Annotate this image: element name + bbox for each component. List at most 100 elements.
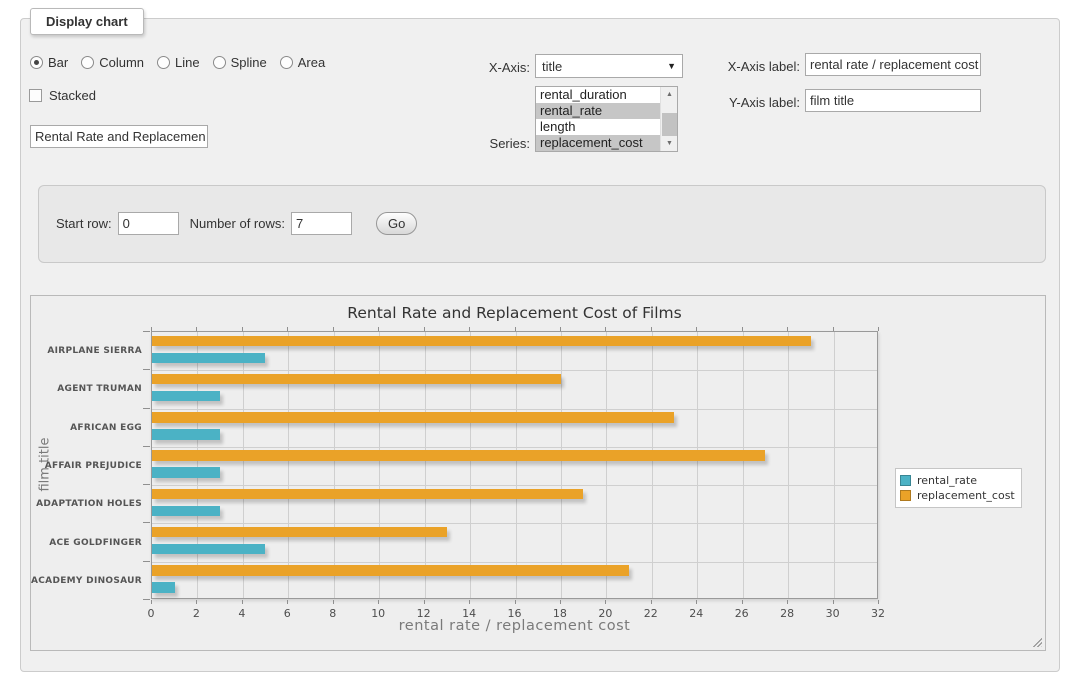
stacked-checkbox[interactable] <box>29 89 42 102</box>
x-tick-mark <box>560 600 561 604</box>
chart-type-radio-line[interactable]: Line <box>157 55 200 70</box>
y-tick-mark <box>143 408 150 409</box>
y-tick-mark <box>143 331 150 332</box>
x-axis-label-input[interactable]: rental rate / replacement cost <box>805 53 981 76</box>
bar-rental_rate <box>152 353 265 364</box>
x-tick-mark-top <box>515 327 516 331</box>
number-of-rows-input[interactable]: 7 <box>291 212 352 235</box>
legend-row: replacement_cost <box>900 489 1015 502</box>
y-tick-mark <box>143 522 150 523</box>
radio-label: Spline <box>231 55 267 70</box>
y-tick-mark <box>143 446 150 447</box>
x-tick-mark <box>196 600 197 604</box>
go-button[interactable]: Go <box>376 212 417 235</box>
x-tick-mark-top <box>196 327 197 331</box>
x-tick-mark-top <box>242 327 243 331</box>
series-options: rental_durationrental_ratelengthreplacem… <box>536 87 677 151</box>
stacked-label: Stacked <box>49 88 96 103</box>
radio-icon[interactable] <box>213 56 226 69</box>
x-tick-mark <box>287 600 288 604</box>
stacked-row: Stacked <box>29 88 96 103</box>
x-tick-mark <box>878 600 879 604</box>
x-tick-mark <box>605 600 606 604</box>
chart-title-input[interactable]: Rental Rate and Replacemen <box>30 125 208 148</box>
series-option-length[interactable]: length <box>536 119 677 135</box>
series-option-rental_rate[interactable]: rental_rate <box>536 103 677 119</box>
chart-type-radio-group: Bar Column Line Spline Area <box>30 55 325 70</box>
bar-rental_rate <box>152 582 175 593</box>
legend-swatch-rental_rate <box>900 475 911 486</box>
x-axis-select[interactable]: title ▼ <box>535 54 683 78</box>
x-axis-label-label: X-Axis label: <box>688 59 800 74</box>
scroll-up-icon[interactable]: ▲ <box>661 87 678 102</box>
chart-container: Rental Rate and Replacement Cost of Film… <box>30 295 1046 651</box>
radio-icon[interactable] <box>81 56 94 69</box>
chevron-down-icon: ▼ <box>667 61 676 71</box>
x-tick-mark-top <box>378 327 379 331</box>
y-axis-title: film title <box>38 425 53 505</box>
bar-rental_rate <box>152 467 220 478</box>
x-tick-mark-top <box>560 327 561 331</box>
x-tick-mark-top <box>742 327 743 331</box>
x-tick-mark <box>515 600 516 604</box>
chart-legend: rental_rate replacement_cost <box>895 468 1022 508</box>
y-category-label: AIRPLANE SIERRA <box>31 346 142 356</box>
series-scrollbar[interactable]: ▲ ▼ <box>660 87 677 151</box>
bar-replacement_cost <box>152 565 629 576</box>
y-axis-label-input[interactable]: film title <box>805 89 981 112</box>
x-tick-mark-top <box>424 327 425 331</box>
legend-label: replacement_cost <box>917 489 1015 502</box>
x-tick-mark <box>696 600 697 604</box>
bar-replacement_cost <box>152 489 583 500</box>
x-tick-mark-top <box>469 327 470 331</box>
x-tick-mark-top <box>833 327 834 331</box>
x-tick-mark-top <box>878 327 879 331</box>
x-tick-mark <box>651 600 652 604</box>
x-axis-selected-value: title <box>542 59 562 74</box>
y-category-label: ACADEMY DINOSAUR <box>31 576 142 586</box>
x-tick-mark <box>242 600 243 604</box>
bar-replacement_cost <box>152 450 765 461</box>
radio-icon[interactable] <box>30 56 43 69</box>
y-category-label: ACE GOLDFINGER <box>31 538 142 548</box>
number-of-rows-label: Number of rows: <box>190 216 285 231</box>
y-axis-label-label: Y-Axis label: <box>688 95 800 110</box>
start-row-label: Start row: <box>56 216 112 231</box>
x-axis-select-label: X-Axis: <box>420 60 530 75</box>
x-tick-mark <box>469 600 470 604</box>
pagination-row: Start row: 0 Number of rows: 7 Go <box>56 212 417 235</box>
x-tick-mark-top <box>287 327 288 331</box>
scroll-down-icon[interactable]: ▼ <box>661 136 678 151</box>
x-tick-mark-top <box>333 327 334 331</box>
radio-icon[interactable] <box>157 56 170 69</box>
start-row-input[interactable]: 0 <box>118 212 179 235</box>
radio-label: Area <box>298 55 325 70</box>
x-axis-title: rental rate / replacement cost <box>151 618 878 634</box>
chart-type-radio-spline[interactable]: Spline <box>213 55 267 70</box>
series-option-replacement_cost[interactable]: replacement_cost <box>536 135 677 151</box>
legend-swatch-replacement_cost <box>900 490 911 501</box>
bar-rental_rate <box>152 429 220 440</box>
y-tick-mark <box>143 484 150 485</box>
bar-rental_rate <box>152 506 220 517</box>
series-option-rental_duration[interactable]: rental_duration <box>536 87 677 103</box>
radio-icon[interactable] <box>280 56 293 69</box>
chart-type-radio-column[interactable]: Column <box>81 55 144 70</box>
bar-replacement_cost <box>152 412 674 423</box>
radio-label: Column <box>99 55 144 70</box>
bar-rental_rate <box>152 391 220 402</box>
chart-type-radio-area[interactable]: Area <box>280 55 325 70</box>
x-tick-mark <box>333 600 334 604</box>
plot-decorations: 02468101214161820222426283032AIRPLANE SI… <box>31 296 1045 650</box>
series-multiselect[interactable]: rental_durationrental_ratelengthreplacem… <box>535 86 678 152</box>
x-tick-mark-top <box>151 327 152 331</box>
series-list-label: Series: <box>420 136 530 151</box>
x-tick-mark <box>833 600 834 604</box>
radio-label: Line <box>175 55 200 70</box>
chart-type-radio-bar[interactable]: Bar <box>30 55 68 70</box>
legend-row: rental_rate <box>900 474 1015 487</box>
scrollbar-thumb[interactable] <box>662 113 677 137</box>
y-tick-mark <box>143 561 150 562</box>
fieldset-legend: Display chart <box>30 8 144 35</box>
y-tick-mark <box>143 599 150 600</box>
